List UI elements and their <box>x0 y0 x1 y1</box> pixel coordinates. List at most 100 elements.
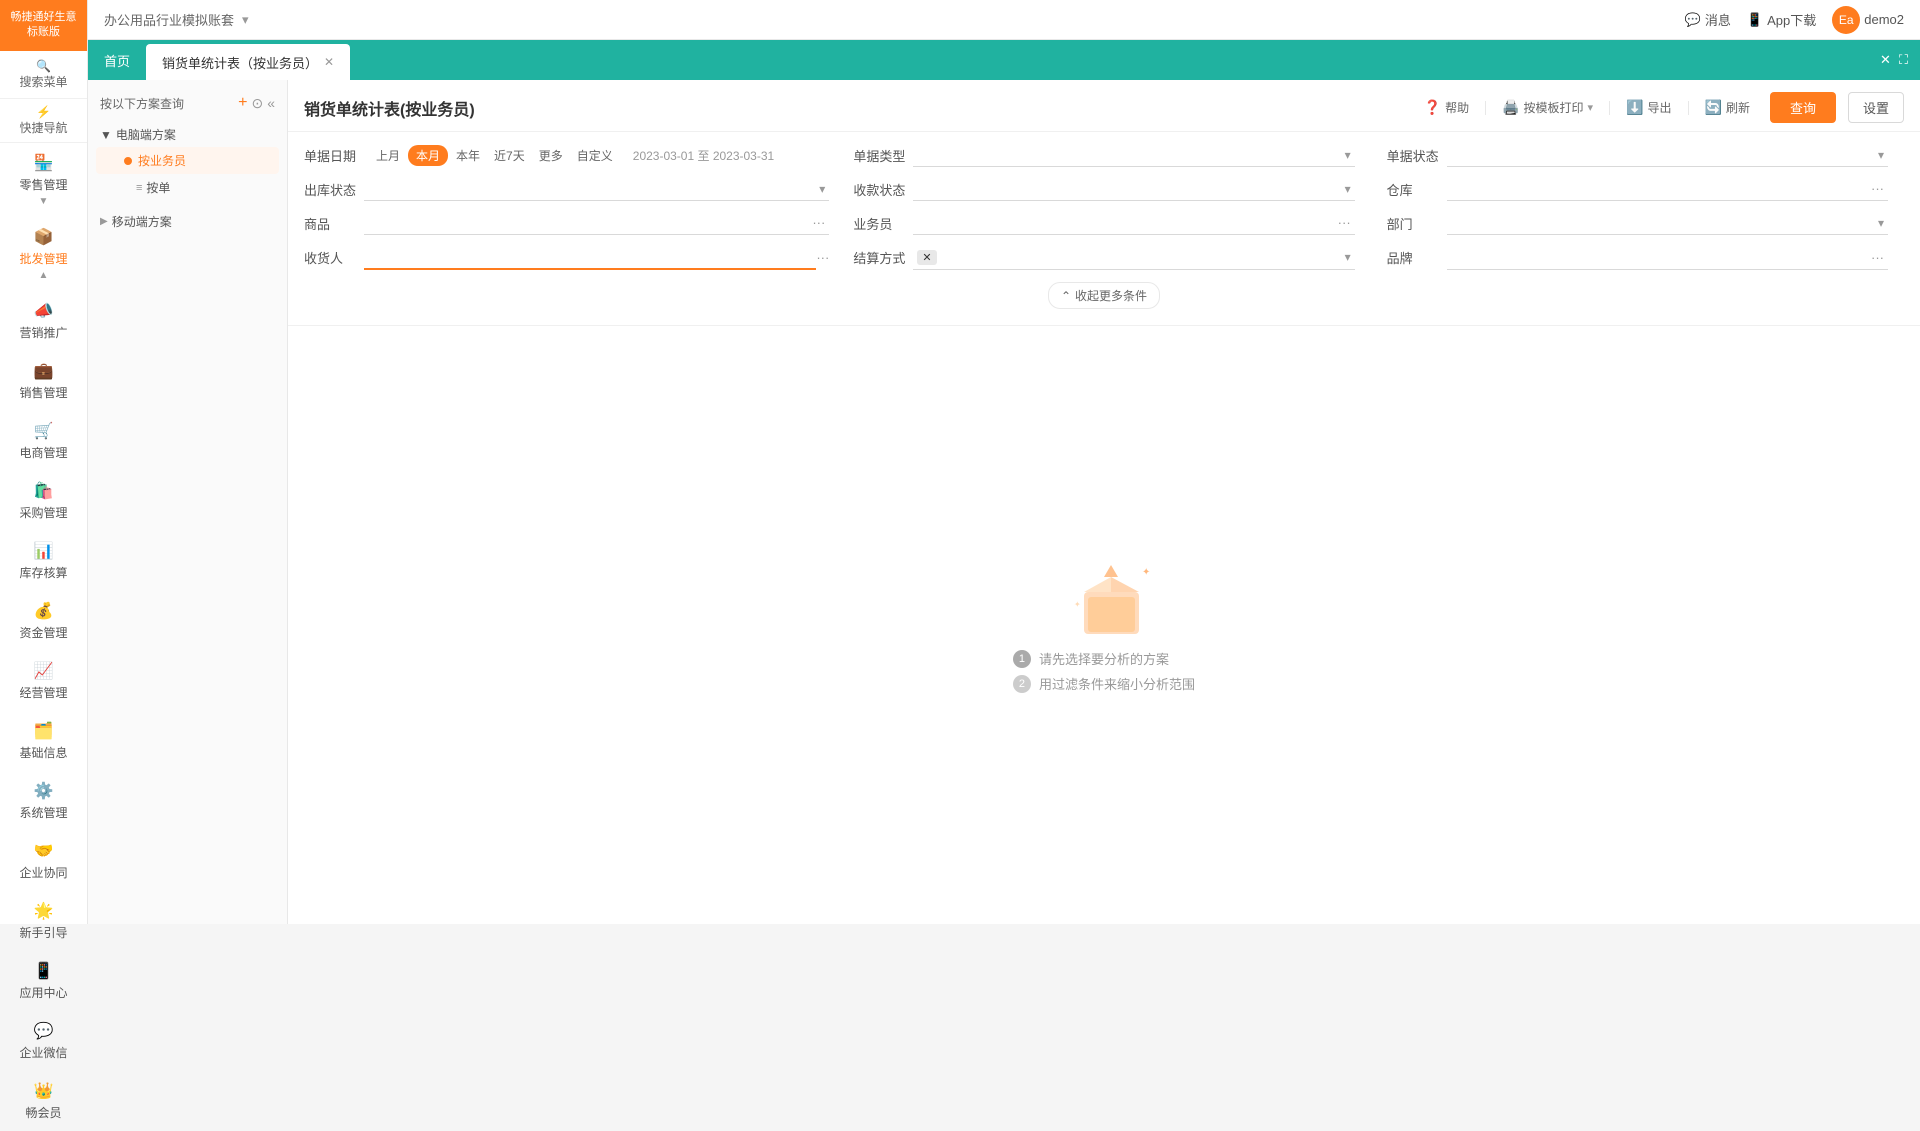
salesperson-input[interactable]: ··· <box>913 211 1354 235</box>
topbar-right: 💬 消息 📱 App下载 Ea demo2 <box>1685 6 1904 34</box>
sidebar-item-marketing[interactable]: 📣 营销推广 <box>0 291 87 351</box>
active-dot <box>124 157 132 165</box>
tab-close-all-icon[interactable]: ✕ <box>1880 52 1891 68</box>
main-area: 办公用品行业模拟账套 ▾ 💬 消息 📱 App下载 Ea demo2 首页 销货… <box>88 0 1920 924</box>
settlement-col: 结算方式 ✕ ▾ <box>837 246 1370 270</box>
date-tab-this-month[interactable]: 本月 <box>408 145 448 166</box>
receipt-status-label: 收款状态 <box>853 180 913 199</box>
goods-col: 商品 ··· <box>304 211 837 235</box>
dept-select[interactable]: ▾ <box>1447 212 1888 235</box>
edit-scheme-btn[interactable]: ⊙ <box>251 95 263 112</box>
system-label: 系统管理 <box>19 804 67 821</box>
sep2 <box>1609 101 1610 115</box>
date-tab-7days[interactable]: 近7天 <box>488 145 531 166</box>
msg-btn[interactable]: 💬 消息 <box>1685 10 1731 29</box>
sidebar-item-retail[interactable]: 🏪 零售管理 ▼ <box>0 143 87 217</box>
shortcut-label: 快捷导航 <box>6 119 81 136</box>
tab-expand-area: ✕ ⛶ <box>1880 52 1920 68</box>
goods-input[interactable]: ··· <box>364 211 829 235</box>
filter-row-1: 单据日期 上月 本月 本年 近7天 更多 自定义 2023-03-01 至 20… <box>304 144 1904 167</box>
doc-status-select[interactable]: ▾ <box>1447 144 1888 167</box>
sidebar-item-corp[interactable]: 🤝 企业协同 <box>0 831 87 891</box>
tab-fullscreen-icon[interactable]: ⛶ <box>1899 52 1908 68</box>
print-label: 按模板打印 <box>1524 99 1584 116</box>
tab-home-label: 首页 <box>104 51 130 70</box>
pc-scheme-header[interactable]: ▼ 电脑端方案 <box>96 122 279 147</box>
sub-item-by-order[interactable]: ≡ 按单 <box>96 174 279 201</box>
sidebar-item-purchase[interactable]: 🛍️ 采购管理 <box>0 471 87 531</box>
corpwx-icon: 💬 <box>34 1021 54 1041</box>
topbar-dropdown-icon[interactable]: ▾ <box>242 12 249 28</box>
scheme-item-salesperson[interactable]: 按业务员 <box>96 147 279 174</box>
mobile-scheme-header[interactable]: ▶ 移动端方案 <box>96 209 279 234</box>
add-scheme-btn[interactable]: + <box>238 94 247 112</box>
out-status-arrow: ▾ <box>819 182 825 196</box>
date-tab-this-year[interactable]: 本年 <box>450 145 486 166</box>
tab-close-btn[interactable]: ✕ <box>324 55 334 69</box>
warehouse-dots: ··· <box>1871 181 1884 196</box>
sidebar-item-finance[interactable]: 💰 资金管理 <box>0 591 87 651</box>
doc-type-col: 单据类型 ▾ <box>837 144 1370 167</box>
newbie-label: 新手引导 <box>19 924 67 941</box>
out-status-select[interactable]: ▾ <box>364 178 829 201</box>
tab-sales-stat[interactable]: 销货单统计表（按业务员） ✕ <box>146 44 350 80</box>
collapse-panel-btn[interactable]: « <box>267 95 275 111</box>
filter-collapse-area: ⌃ 收起更多条件 <box>304 278 1904 313</box>
brand-input[interactable]: ··· <box>1447 246 1888 270</box>
finance-icon: 💰 <box>34 601 54 621</box>
left-panel-actions: + ⊙ « <box>238 94 275 112</box>
settlement-select[interactable]: ✕ ▾ <box>913 246 1354 270</box>
app-download-btn[interactable]: 📱 App下载 <box>1747 10 1816 29</box>
query-btn[interactable]: 查询 <box>1770 92 1836 123</box>
date-tab-more[interactable]: 更多 <box>533 145 569 166</box>
ecommerce-icon: 🛒 <box>34 421 54 441</box>
sidebar-item-appstore[interactable]: 📱 应用中心 <box>0 951 87 1011</box>
sidebar-item-system[interactable]: ⚙️ 系统管理 <box>0 771 87 831</box>
sidebar-item-member[interactable]: 👑 畅会员 <box>0 1071 87 1131</box>
wholesale-arrow: ▲ <box>39 270 49 281</box>
dept-col: 部门 ▾ <box>1371 212 1904 235</box>
topbar: 办公用品行业模拟账套 ▾ 💬 消息 📱 App下载 Ea demo2 <box>88 0 1920 40</box>
date-tab-last-month[interactable]: 上月 <box>370 145 406 166</box>
sidebar-item-ecommerce[interactable]: 🛒 电商管理 <box>0 411 87 471</box>
user-area[interactable]: Ea demo2 <box>1832 6 1904 34</box>
export-icon: ⬇️ <box>1626 99 1643 116</box>
sidebar-item-wholesale[interactable]: 📦 批发管理 ▲ <box>0 217 87 291</box>
date-tab-custom[interactable]: 自定义 <box>571 145 619 166</box>
settlement-clear[interactable]: ✕ <box>917 250 936 265</box>
sidebar-item-sales[interactable]: 💼 销售管理 <box>0 351 87 411</box>
refresh-btn[interactable]: 🔄 刷新 <box>1705 99 1750 116</box>
sidebar-item-newbie[interactable]: 🌟 新手引导 <box>0 891 87 951</box>
doc-type-select[interactable]: ▾ <box>913 144 1354 167</box>
help-btn[interactable]: ❓ 帮助 <box>1424 99 1469 116</box>
wholesale-label: 批发管理 <box>19 250 67 267</box>
doc-status-col: 单据状态 ▾ <box>1371 144 1904 167</box>
svg-text:✦: ✦ <box>1074 600 1081 609</box>
receiver-dots: ··· <box>816 250 829 265</box>
search-menu[interactable]: 🔍 搜索菜单 <box>0 51 87 99</box>
empty-state: ✦ ✦ 1 请先选择要分析的方案 2 用过滤条件来缩小分析范围 <box>288 326 1920 924</box>
print-btn[interactable]: 🖨️ 按模板打印 ▾ <box>1502 99 1593 116</box>
receipt-status-col: 收款状态 ▾ <box>837 178 1370 201</box>
basic-icon: 🗂️ <box>34 721 54 741</box>
shortcut-nav[interactable]: ⚡ 快捷导航 <box>0 99 87 143</box>
settings-btn[interactable]: 设置 <box>1848 92 1904 123</box>
tab-home[interactable]: 首页 <box>88 40 146 80</box>
warehouse-input[interactable]: ··· <box>1447 177 1888 201</box>
sidebar-item-corpwx[interactable]: 💬 企业微信 <box>0 1011 87 1071</box>
sidebar-item-business[interactable]: 📈 经营管理 <box>0 651 87 711</box>
export-label: 导出 <box>1648 99 1672 116</box>
sales-label: 销售管理 <box>19 384 67 401</box>
sidebar-item-basic[interactable]: 🗂️ 基础信息 <box>0 711 87 771</box>
corp-label: 企业协同 <box>19 864 67 881</box>
print-icon: 🖨️ <box>1502 99 1519 116</box>
receiver-input[interactable] <box>364 245 816 270</box>
collapse-btn[interactable]: ⌃ 收起更多条件 <box>1048 282 1160 309</box>
export-btn[interactable]: ⬇️ 导出 <box>1626 99 1671 116</box>
sidebar-item-inventory[interactable]: 📊 库存核算 <box>0 531 87 591</box>
msg-label: 消息 <box>1705 10 1731 29</box>
receipt-status-select[interactable]: ▾ <box>913 178 1354 201</box>
filter-area: 单据日期 上月 本月 本年 近7天 更多 自定义 2023-03-01 至 20… <box>288 132 1920 326</box>
inventory-icon: 📊 <box>34 541 54 561</box>
salesperson-dots: ··· <box>1338 215 1351 230</box>
